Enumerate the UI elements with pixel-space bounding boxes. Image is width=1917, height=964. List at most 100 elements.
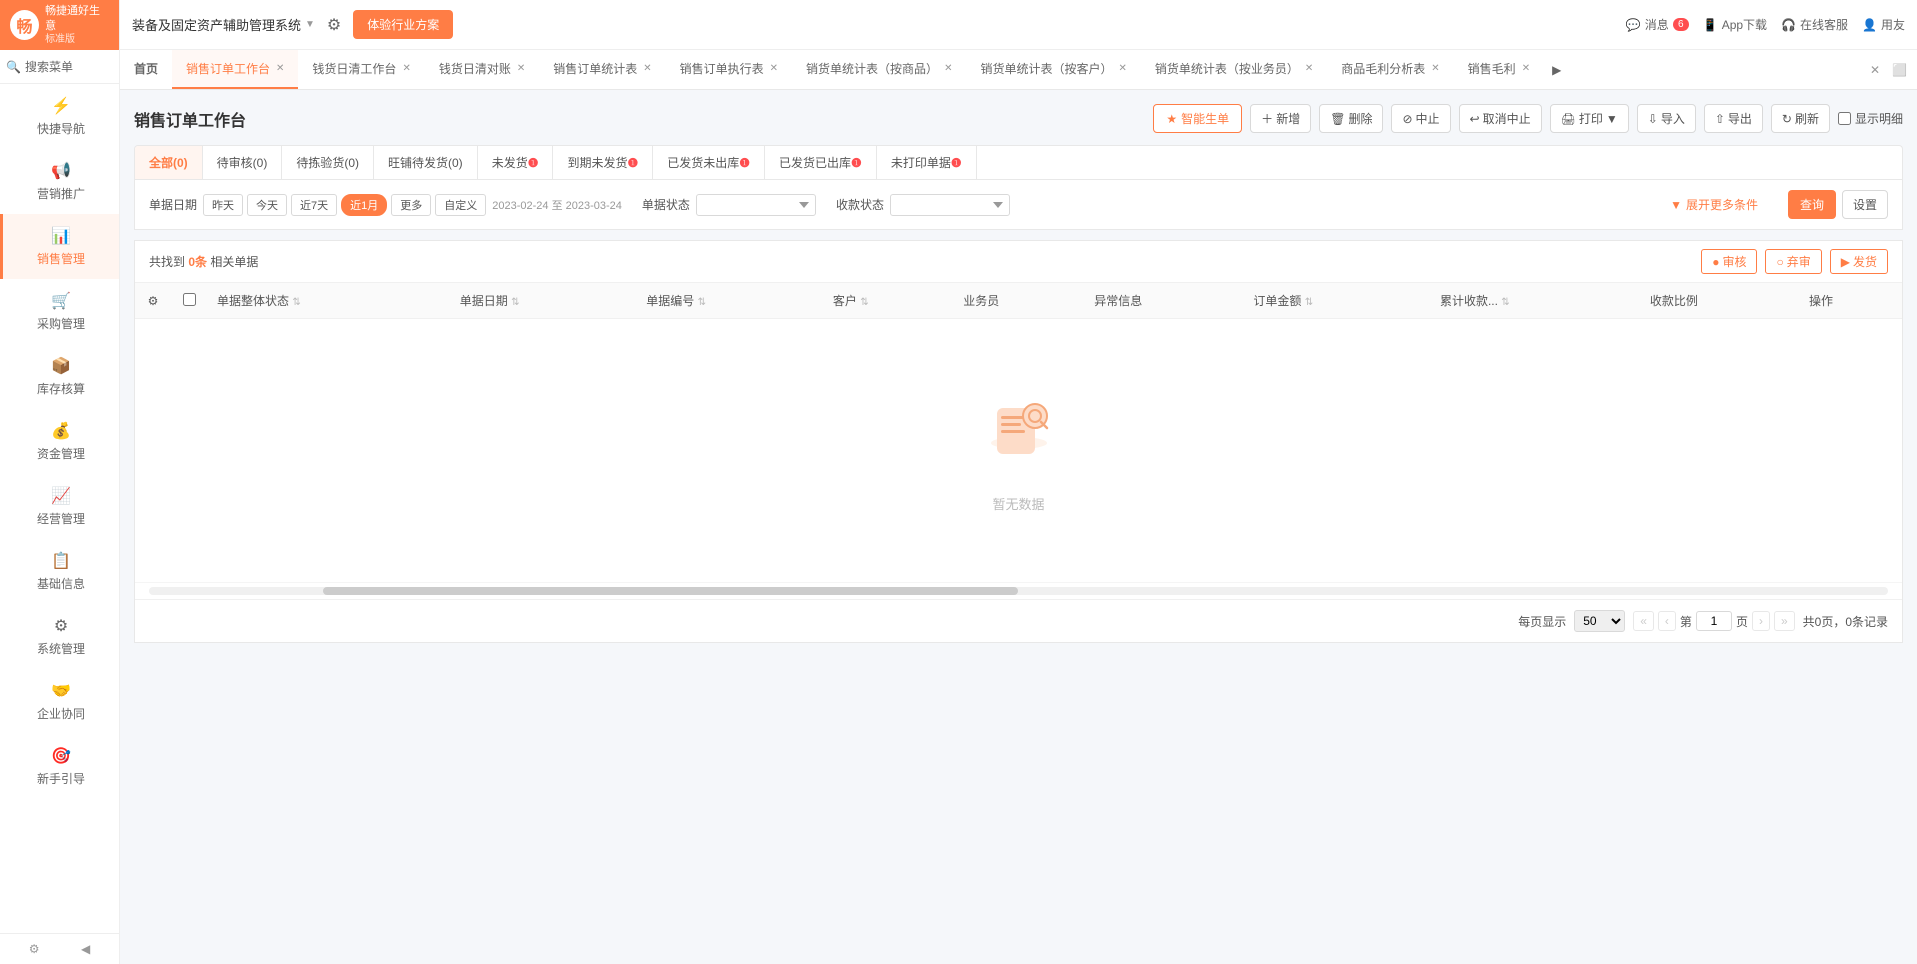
- subtab-shipped-in[interactable]: 已发货已出库❶: [765, 146, 877, 179]
- collapse-icon[interactable]: ◀: [81, 942, 90, 956]
- sidebar-item-system[interactable]: ⚙ 系统管理: [0, 604, 119, 669]
- subtab-not-printed[interactable]: 未打印单据❶: [877, 146, 977, 179]
- settings-bottom-icon[interactable]: ⚙: [29, 942, 40, 956]
- filter-status-select[interactable]: [696, 194, 816, 216]
- prev-page-btn[interactable]: ‹: [1658, 611, 1676, 631]
- last-page-btn[interactable]: »: [1774, 611, 1795, 631]
- refresh-btn[interactable]: ↻ 刷新: [1771, 104, 1830, 133]
- tabbar-more-btn[interactable]: ▶: [1544, 63, 1569, 77]
- date-btn-yesterday[interactable]: 昨天: [203, 194, 243, 216]
- subtab-pending-review[interactable]: 待审核(0): [203, 146, 283, 179]
- tab-sales-stats-staff[interactable]: 销货单统计表（按业务员） ✕: [1141, 50, 1327, 89]
- sidebar-item-search[interactable]: 🔍 搜索菜单: [0, 50, 119, 84]
- tab-close-stats-staff[interactable]: ✕: [1305, 63, 1313, 74]
- app-download-item[interactable]: 📱 App下载: [1703, 16, 1767, 33]
- tabbar-close-all-icon[interactable]: ✕: [1866, 61, 1884, 79]
- stop-btn[interactable]: ⊘ 中止: [1391, 104, 1450, 133]
- sidebar-item-marketing[interactable]: 📢 营销推广: [0, 149, 119, 214]
- user-item[interactable]: 👤 用友: [1862, 16, 1905, 33]
- expand-more-btn[interactable]: ▼ 展开更多条件: [1670, 196, 1758, 213]
- tabbar-restore-icon[interactable]: ⬜: [1888, 61, 1911, 79]
- sidebar-item-inventory[interactable]: 📦 库存核算: [0, 344, 119, 409]
- pagination-bar: 每页显示 10 20 50 100 « ‹ 第 页 › » 共0页，0条记录: [135, 599, 1902, 642]
- sort-number-icon[interactable]: ⇅: [698, 297, 706, 308]
- query-btn[interactable]: 查询: [1788, 190, 1836, 219]
- subtab-wangpu-ship[interactable]: 旺铺待发货(0): [374, 146, 478, 179]
- show-detail-checkbox[interactable]: [1838, 112, 1851, 125]
- sidebar-item-guide[interactable]: 🎯 新手引导: [0, 734, 119, 799]
- tab-home[interactable]: 首页: [120, 50, 172, 89]
- sidebar-item-basic-info[interactable]: 📋 基础信息: [0, 539, 119, 604]
- tab-sales-stats[interactable]: 销售订单统计表 ✕: [539, 50, 665, 89]
- scrollbar-thumb[interactable]: [323, 587, 1019, 595]
- subtab-overdue-ship[interactable]: 到期未发货❶: [553, 146, 653, 179]
- sidebar-item-purchase[interactable]: 🛒 采购管理: [0, 279, 119, 344]
- tab-close-sales-more[interactable]: ✕: [1522, 63, 1530, 74]
- subtab-not-shipped[interactable]: 未发货❶: [478, 146, 554, 179]
- smart-create-btn[interactable]: ★ 智能生单: [1153, 104, 1242, 133]
- sort-customer-icon[interactable]: ⇅: [860, 297, 868, 308]
- refresh-icon: ↻: [1782, 112, 1792, 126]
- tab-close-stats-product[interactable]: ✕: [944, 63, 952, 74]
- tab-sales-more[interactable]: 销售毛利 ✕: [1454, 50, 1544, 89]
- filter-collection-select[interactable]: [890, 194, 1010, 216]
- tab-close-cash-reconcile[interactable]: ✕: [517, 63, 525, 74]
- col-settings[interactable]: ⚙: [135, 283, 171, 319]
- tab-close-stats-customer[interactable]: ✕: [1118, 63, 1126, 74]
- topbar-settings-icon[interactable]: ⚙: [327, 15, 341, 35]
- tab-sales-stats-product[interactable]: 销货单统计表（按商品） ✕: [792, 50, 966, 89]
- filter-settings-btn[interactable]: 设置: [1842, 190, 1888, 219]
- date-btn-today[interactable]: 今天: [247, 194, 287, 216]
- tab-sales-execute[interactable]: 销售订单执行表 ✕: [666, 50, 792, 89]
- subtab-all[interactable]: 全部(0): [135, 146, 203, 179]
- tab-close-gross-profit[interactable]: ✕: [1431, 63, 1439, 74]
- subtab-shipped-not-in[interactable]: 已发货未出库❶: [653, 146, 765, 179]
- tab-gross-profit[interactable]: 商品毛利分析表 ✕: [1327, 50, 1453, 89]
- export-btn[interactable]: ⇧ 导出: [1704, 104, 1763, 133]
- sidebar-item-cooperation[interactable]: 🤝 企业协同: [0, 669, 119, 734]
- tab-close-sales-execute[interactable]: ✕: [770, 63, 778, 74]
- subtab-pending-check[interactable]: 待拣验货(0): [282, 146, 374, 179]
- empty-state-row: 暂无数据: [135, 319, 1902, 583]
- batch-ship-btn[interactable]: ▶ 发货: [1830, 249, 1888, 274]
- date-btn-more[interactable]: 更多: [391, 194, 431, 216]
- cancel-stop-btn[interactable]: ↩ 取消中止: [1459, 104, 1542, 133]
- delete-btn[interactable]: 🗑 删除: [1319, 104, 1383, 133]
- sidebar-item-sales[interactable]: 📊 销售管理: [0, 214, 119, 279]
- sort-date-icon[interactable]: ⇅: [511, 297, 519, 308]
- print-arrow-icon: ▼: [1606, 112, 1618, 126]
- import-btn[interactable]: ⇩ 导入: [1637, 104, 1696, 133]
- message-item[interactable]: 💬 消息 6: [1626, 16, 1689, 33]
- sort-amount-icon[interactable]: ⇅: [1305, 297, 1313, 308]
- date-btn-1month[interactable]: 近1月: [341, 194, 387, 216]
- tab-close-cash-daily[interactable]: ✕: [402, 63, 410, 74]
- user-icon: 👤: [1862, 18, 1877, 32]
- sidebar-item-finance[interactable]: 💰 资金管理: [0, 409, 119, 474]
- batch-cancel-review-btn[interactable]: ○ 弃审: [1765, 249, 1821, 274]
- first-page-btn[interactable]: «: [1633, 611, 1654, 631]
- batch-review-btn[interactable]: ● 审核: [1701, 249, 1757, 274]
- sort-status-icon[interactable]: ⇅: [292, 297, 300, 308]
- date-btn-custom[interactable]: 自定义: [435, 194, 486, 216]
- add-btn[interactable]: ＋ 新增: [1250, 104, 1311, 133]
- sidebar-bottom: ⚙ ◀: [0, 933, 119, 964]
- page-label: 第: [1680, 613, 1692, 630]
- next-page-btn[interactable]: ›: [1752, 611, 1770, 631]
- tab-cash-reconcile[interactable]: 钱货日清对账 ✕: [425, 50, 539, 89]
- industry-btn[interactable]: 体验行业方案: [353, 10, 453, 39]
- tab-sales-workbench[interactable]: 销售订单工作台 ✕: [172, 50, 298, 89]
- online-service-item[interactable]: 🎧 在线客服: [1781, 16, 1848, 33]
- tab-cash-daily[interactable]: 钱货日清工作台 ✕: [298, 50, 424, 89]
- tab-close-sales-stats[interactable]: ✕: [643, 63, 651, 74]
- date-btn-7days[interactable]: 近7天: [291, 194, 337, 216]
- tab-close-sales-workbench[interactable]: ✕: [276, 63, 284, 74]
- sidebar-item-quick-nav[interactable]: ⚡ 快捷导航: [0, 84, 119, 149]
- page-input[interactable]: [1696, 611, 1732, 631]
- select-all-checkbox[interactable]: [183, 293, 196, 306]
- finance-icon: 💰: [51, 421, 71, 441]
- page-size-select[interactable]: 10 20 50 100: [1574, 610, 1625, 632]
- sidebar-item-operation[interactable]: 📈 经营管理: [0, 474, 119, 539]
- print-btn[interactable]: 🖨 打印 ▼: [1550, 104, 1629, 133]
- sort-collected-icon[interactable]: ⇅: [1501, 297, 1509, 308]
- tab-sales-stats-customer[interactable]: 销货单统计表（按客户） ✕: [966, 50, 1140, 89]
